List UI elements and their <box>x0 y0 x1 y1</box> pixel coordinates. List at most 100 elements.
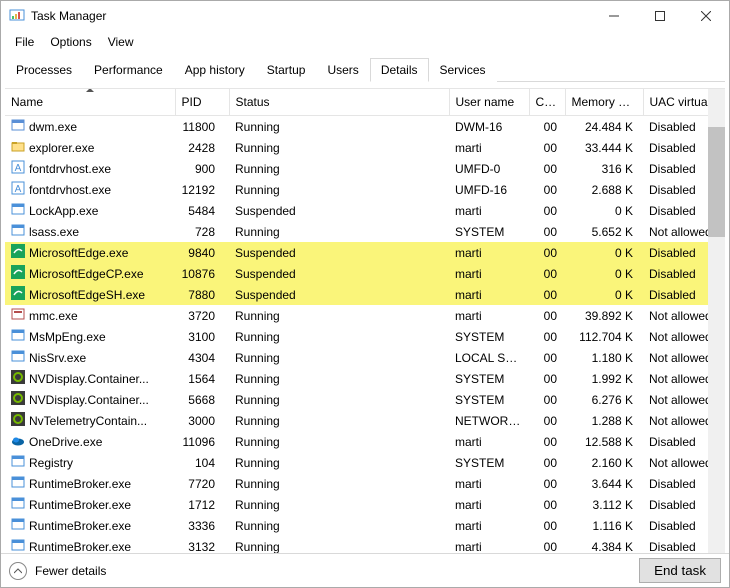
process-user: marti <box>449 137 529 158</box>
table-row[interactable]: RuntimeBroker.exe3336Runningmarti001.116… <box>5 515 725 536</box>
fewer-details-label[interactable]: Fewer details <box>35 564 106 578</box>
col-cpu[interactable]: CPU <box>529 89 565 116</box>
process-user: DWM-16 <box>449 116 529 138</box>
table-row[interactable]: NVDisplay.Container...1564RunningSYSTEM0… <box>5 368 725 389</box>
process-status: Running <box>229 431 449 452</box>
process-name: NisSrv.exe <box>29 351 86 365</box>
process-pid: 5668 <box>175 389 229 410</box>
process-memory: 33.444 K <box>565 137 643 158</box>
table-row[interactable]: explorer.exe2428Runningmarti0033.444 KDi… <box>5 137 725 158</box>
table-row[interactable]: lsass.exe728RunningSYSTEM005.652 KNot al… <box>5 221 725 242</box>
process-icon <box>11 223 25 240</box>
process-user: UMFD-16 <box>449 179 529 200</box>
process-cpu: 00 <box>529 263 565 284</box>
process-status: Running <box>229 494 449 515</box>
process-memory: 4.384 K <box>565 536 643 553</box>
process-pid: 12192 <box>175 179 229 200</box>
process-icon <box>11 328 25 345</box>
col-name[interactable]: Name <box>5 89 175 116</box>
tab-performance[interactable]: Performance <box>83 58 174 82</box>
table-row[interactable]: RuntimeBroker.exe7720Runningmarti003.644… <box>5 473 725 494</box>
table-row[interactable]: Registry104RunningSYSTEM002.160 KNot all… <box>5 452 725 473</box>
process-name: RuntimeBroker.exe <box>29 540 131 554</box>
process-memory: 1.288 K <box>565 410 643 431</box>
close-button[interactable] <box>683 1 729 31</box>
table-row[interactable]: NVDisplay.Container...5668RunningSYSTEM0… <box>5 389 725 410</box>
tab-processes[interactable]: Processes <box>5 58 83 82</box>
menu-view[interactable]: View <box>100 33 142 51</box>
scrollbar-thumb[interactable] <box>708 127 725 237</box>
process-icon <box>11 517 25 534</box>
table-row[interactable]: OneDrive.exe11096Runningmarti0012.588 KD… <box>5 431 725 452</box>
process-status: Running <box>229 347 449 368</box>
col-memory[interactable]: Memory (a... <box>565 89 643 116</box>
process-icon <box>11 244 25 261</box>
process-cpu: 00 <box>529 515 565 536</box>
process-name: explorer.exe <box>29 141 94 155</box>
scrollbar-track[interactable] <box>708 89 725 553</box>
process-status: Running <box>229 179 449 200</box>
maximize-button[interactable] <box>637 1 683 31</box>
process-name: mmc.exe <box>29 309 78 323</box>
process-cpu: 00 <box>529 116 565 138</box>
process-pid: 3132 <box>175 536 229 553</box>
end-task-button[interactable]: End task <box>639 558 721 583</box>
process-status: Running <box>229 116 449 138</box>
process-memory: 1.116 K <box>565 515 643 536</box>
tab-services[interactable]: Services <box>429 58 497 82</box>
table-row[interactable]: dwm.exe11800RunningDWM-160024.484 KDisab… <box>5 116 725 138</box>
menu-options[interactable]: Options <box>42 33 99 51</box>
process-cpu: 00 <box>529 389 565 410</box>
tab-startup[interactable]: Startup <box>256 58 317 82</box>
process-name: LockApp.exe <box>29 204 98 218</box>
process-name: fontdrvhost.exe <box>29 183 111 197</box>
process-memory: 0 K <box>565 263 643 284</box>
process-name: dwm.exe <box>29 120 77 134</box>
process-status: Running <box>229 452 449 473</box>
fewer-details-toggle[interactable] <box>9 562 27 580</box>
process-user: marti <box>449 284 529 305</box>
process-status: Running <box>229 389 449 410</box>
table-row[interactable]: MicrosoftEdgeSH.exe7880Suspendedmarti000… <box>5 284 725 305</box>
process-cpu: 00 <box>529 158 565 179</box>
table-row[interactable]: mmc.exe3720Runningmarti0039.892 KNot all… <box>5 305 725 326</box>
chevron-up-icon <box>14 567 22 575</box>
process-memory: 39.892 K <box>565 305 643 326</box>
process-icon <box>11 475 25 492</box>
menu-bar: File Options View <box>1 31 729 53</box>
table-row[interactable]: RuntimeBroker.exe1712Runningmarti003.112… <box>5 494 725 515</box>
table-row[interactable]: RuntimeBroker.exe3132Runningmarti004.384… <box>5 536 725 553</box>
process-pid: 4304 <box>175 347 229 368</box>
process-name: NVDisplay.Container... <box>29 393 149 407</box>
process-pid: 1712 <box>175 494 229 515</box>
table-row[interactable]: NvTelemetryContain...3000RunningNETWORK.… <box>5 410 725 431</box>
table-row[interactable]: Afontdrvhost.exe12192RunningUMFD-16002.6… <box>5 179 725 200</box>
process-pid: 11096 <box>175 431 229 452</box>
table-row[interactable]: MsMpEng.exe3100RunningSYSTEM00112.704 KN… <box>5 326 725 347</box>
menu-file[interactable]: File <box>7 33 42 51</box>
process-user: SYSTEM <box>449 452 529 473</box>
tab-app-history[interactable]: App history <box>174 58 256 82</box>
col-user[interactable]: User name <box>449 89 529 116</box>
process-status: Running <box>229 326 449 347</box>
table-row[interactable]: MicrosoftEdgeCP.exe10876Suspendedmarti00… <box>5 263 725 284</box>
col-status[interactable]: Status <box>229 89 449 116</box>
table-row[interactable]: MicrosoftEdge.exe9840Suspendedmarti000 K… <box>5 242 725 263</box>
tab-details[interactable]: Details <box>370 58 429 82</box>
table-row[interactable]: LockApp.exe5484Suspendedmarti000 KDisabl… <box>5 200 725 221</box>
process-name: MsMpEng.exe <box>29 330 106 344</box>
process-user: marti <box>449 536 529 553</box>
process-cpu: 00 <box>529 305 565 326</box>
process-cpu: 00 <box>529 242 565 263</box>
process-pid: 3720 <box>175 305 229 326</box>
process-status: Running <box>229 305 449 326</box>
process-name: fontdrvhost.exe <box>29 162 111 176</box>
col-pid[interactable]: PID <box>175 89 229 116</box>
minimize-button[interactable] <box>591 1 637 31</box>
process-memory: 0 K <box>565 284 643 305</box>
table-row[interactable]: Afontdrvhost.exe900RunningUMFD-000316 KD… <box>5 158 725 179</box>
process-cpu: 00 <box>529 473 565 494</box>
tab-users[interactable]: Users <box>316 58 369 82</box>
table-row[interactable]: NisSrv.exe4304RunningLOCAL SE...001.180 … <box>5 347 725 368</box>
process-status: Running <box>229 368 449 389</box>
